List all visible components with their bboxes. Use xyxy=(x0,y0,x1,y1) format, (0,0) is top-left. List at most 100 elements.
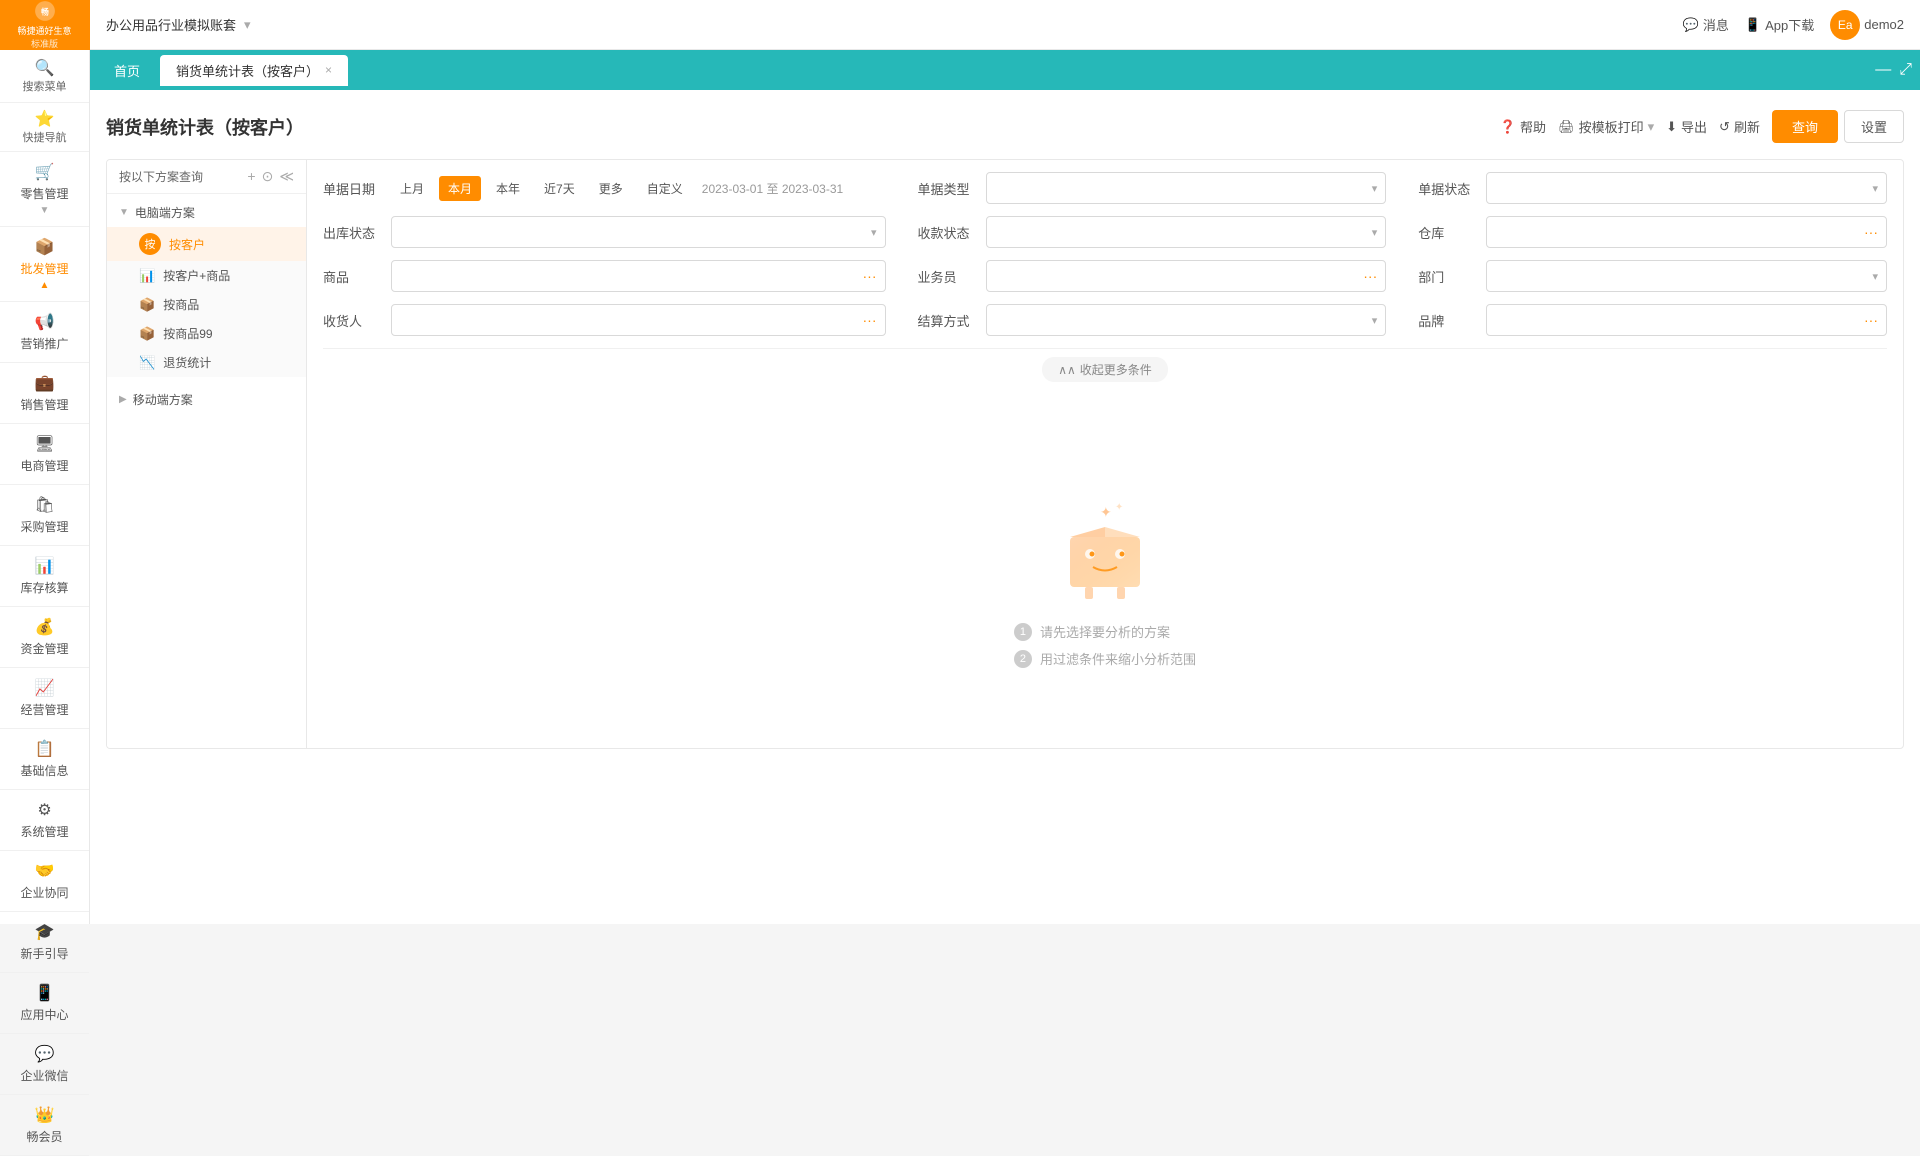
scheme-group-mobile: ▶ 移动端方案 xyxy=(107,381,306,418)
content-layout: 按以下方案查询 + ⊙ ≪ ▼ 电脑端方案 xyxy=(106,159,1904,749)
settings-button[interactable]: 设置 xyxy=(1844,110,1904,143)
sidebar-item-wechat[interactable]: 💬 企业微信 xyxy=(0,1034,89,1095)
dept-select[interactable]: ▾ xyxy=(1486,260,1887,292)
date-label: 单据日期 xyxy=(323,179,383,198)
outstatus-select[interactable]: ▾ xyxy=(391,216,886,248)
sidebar-item-collaboration[interactable]: 🤝 企业协同 xyxy=(0,851,89,912)
date-range-display: 2023-03-01 至 2023-03-31 xyxy=(702,180,843,197)
sidebar-item-management[interactable]: 📈 经营管理 xyxy=(0,668,89,729)
sidebar-item-member[interactable]: 👑 畅会员 xyxy=(0,1095,89,1156)
tab-minimize-button[interactable]: — xyxy=(1875,61,1891,79)
date-tag-custom[interactable]: 自定义 xyxy=(638,176,692,201)
user-avatar-area[interactable]: Ea demo2 xyxy=(1830,10,1904,40)
brand-label: 品牌 xyxy=(1418,311,1478,330)
receiver-select[interactable]: ··· xyxy=(391,304,886,336)
warehouse-select[interactable]: ··· xyxy=(1486,216,1887,248)
billtype-select[interactable]: ▾ xyxy=(986,172,1387,204)
help-label: 帮助 xyxy=(1520,117,1546,136)
scheme-group-arrow-icon: ▼ xyxy=(119,207,129,218)
scheme-item-goods99[interactable]: 📦 按商品99 xyxy=(107,319,306,348)
sidebar-item-basicinfo[interactable]: 📋 基础信息 xyxy=(0,729,89,790)
empty-tip-2: 2 用过滤条件来缩小分析范围 xyxy=(1014,649,1196,668)
scheme-item-customer[interactable]: 按 按客户 xyxy=(107,227,306,261)
warehouse-label: 仓库 xyxy=(1418,223,1478,242)
date-tag-thisyear[interactable]: 本年 xyxy=(487,176,529,201)
scheme-item-customer-goods-label: 按客户+商品 xyxy=(163,267,230,284)
refresh-button[interactable]: ↺ 刷新 xyxy=(1719,117,1760,136)
tab-maximize-button[interactable]: ⤢ xyxy=(1899,61,1912,79)
filter-receiver-item: 收货人 ··· xyxy=(323,304,886,336)
sidebar-item-guide[interactable]: 🎓 新手引导 xyxy=(0,912,89,973)
goods-select[interactable]: ··· xyxy=(391,260,886,292)
sidebar-item-appcenter[interactable]: 📱 应用中心 xyxy=(0,973,89,1034)
sidebar-item-label: 库存核算 xyxy=(20,579,68,596)
scheme-item-goods[interactable]: 📦 按商品 xyxy=(107,290,306,319)
sidebar-item-label: 采购管理 xyxy=(20,518,68,535)
retail-icon: 🛒 xyxy=(35,162,55,182)
scheme-collapse-button[interactable]: ≪ xyxy=(279,168,294,185)
sidebar-item-quicknav[interactable]: ⭐ 快捷导航 xyxy=(0,103,89,152)
date-tag-7days[interactable]: 近7天 xyxy=(535,176,584,201)
tab-home[interactable]: 首页 xyxy=(98,55,156,86)
tab-active-label: 销货单统计表（按客户） xyxy=(176,61,319,80)
svg-text:畅: 畅 xyxy=(41,6,49,16)
collapse-button[interactable]: ∧∧ 收起更多条件 xyxy=(1042,357,1168,382)
scheme-group-desktop-header[interactable]: ▼ 电脑端方案 xyxy=(107,198,306,227)
member-icon: 👑 xyxy=(35,1105,55,1125)
scheme-item-returns-icon: 📉 xyxy=(139,355,155,371)
wechat-icon: 💬 xyxy=(35,1044,55,1064)
date-tag-more[interactable]: 更多 xyxy=(590,176,632,201)
header-right: 💬 消息 📱 App下载 Ea demo2 xyxy=(1683,10,1904,40)
tip-text-1: 请先选择要分析的方案 xyxy=(1040,622,1170,641)
finance-icon: 💰 xyxy=(35,617,55,637)
collapse-bar: ∧∧ 收起更多条件 xyxy=(323,348,1887,390)
export-icon: ⬇ xyxy=(1666,119,1677,135)
breadcrumb-dropdown[interactable]: ▾ xyxy=(244,17,251,33)
print-button[interactable]: 🖨 按模板打印 ▾ xyxy=(1558,117,1654,136)
scheme-edit-button[interactable]: ⊙ xyxy=(262,168,274,185)
scheme-item-customer-goods[interactable]: 📊 按客户+商品 xyxy=(107,261,306,290)
sidebar-item-label: 应用中心 xyxy=(20,1006,68,1023)
scheme-item-goods99-label: 按商品99 xyxy=(163,325,212,342)
sidebar-item-sales[interactable]: 💼 销售管理 xyxy=(0,363,89,424)
sidebar-item-retail[interactable]: 🛒 零售管理 ▼ xyxy=(0,152,89,227)
date-tag-lastmonth[interactable]: 上月 xyxy=(391,176,433,201)
refresh-icon: ↺ xyxy=(1719,119,1730,135)
outstatus-arrow-icon: ▾ xyxy=(871,226,877,239)
scheme-item-returns[interactable]: 📉 退货统计 xyxy=(107,348,306,377)
empty-tip-1: 1 请先选择要分析的方案 xyxy=(1014,622,1196,641)
scheme-group-desktop-label: 电脑端方案 xyxy=(135,204,195,221)
app-download-button[interactable]: 📱 App下载 xyxy=(1745,15,1814,34)
sidebar-item-ecommerce[interactable]: 🖥 电商管理 xyxy=(0,424,89,485)
collapse-arrow-icon: ∧∧ xyxy=(1058,363,1076,377)
scheme-group-mobile-header[interactable]: ▶ 移动端方案 xyxy=(107,385,306,414)
wholesale-icon: 📦 xyxy=(35,237,55,257)
brand-dots-icon: ··· xyxy=(1864,312,1878,328)
goods-dots-icon: ··· xyxy=(863,268,877,284)
sidebar-item-marketing[interactable]: 📢 营销推广 xyxy=(0,302,89,363)
brand-select[interactable]: ··· xyxy=(1486,304,1887,336)
date-tag-thismonth[interactable]: 本月 xyxy=(439,176,481,201)
receiptstatus-select[interactable]: ▾ xyxy=(986,216,1387,248)
sidebar-item-finance[interactable]: 💰 资金管理 xyxy=(0,607,89,668)
staff-select[interactable]: ··· xyxy=(986,260,1387,292)
tab-sales-stats[interactable]: 销货单统计表（按客户） × xyxy=(160,55,348,86)
scheme-add-button[interactable]: + xyxy=(247,168,255,185)
export-button[interactable]: ⬇ 导出 xyxy=(1666,117,1707,136)
settlement-select[interactable]: ▾ xyxy=(986,304,1387,336)
billstatus-select[interactable]: ▾ xyxy=(1486,172,1887,204)
tab-close-button[interactable]: × xyxy=(325,63,332,77)
query-button[interactable]: 查询 xyxy=(1772,110,1838,143)
message-button[interactable]: 💬 消息 xyxy=(1683,15,1729,34)
sidebar-item-wholesale[interactable]: 📦 批发管理 ▲ xyxy=(0,227,89,302)
filter-panel: 单据日期 上月 本月 本年 近7天 更多 自定义 2023-03-01 至 20… xyxy=(307,160,1903,402)
active-indicator: 按 xyxy=(139,233,161,255)
sidebar-item-system[interactable]: ⚙ 系统管理 xyxy=(0,790,89,851)
basicinfo-icon: 📋 xyxy=(35,739,55,759)
receiver-label: 收货人 xyxy=(323,311,383,330)
scheme-sub-desktop: 按 按客户 📊 按客户+商品 📦 按商品 xyxy=(107,227,306,377)
help-button[interactable]: ❓ 帮助 xyxy=(1500,117,1546,136)
sidebar-item-inventory[interactable]: 📊 库存核算 xyxy=(0,546,89,607)
sidebar-item-purchase[interactable]: 🛍 采购管理 xyxy=(0,485,89,546)
sidebar-item-search[interactable]: 🔍 搜索菜单 xyxy=(0,50,89,103)
